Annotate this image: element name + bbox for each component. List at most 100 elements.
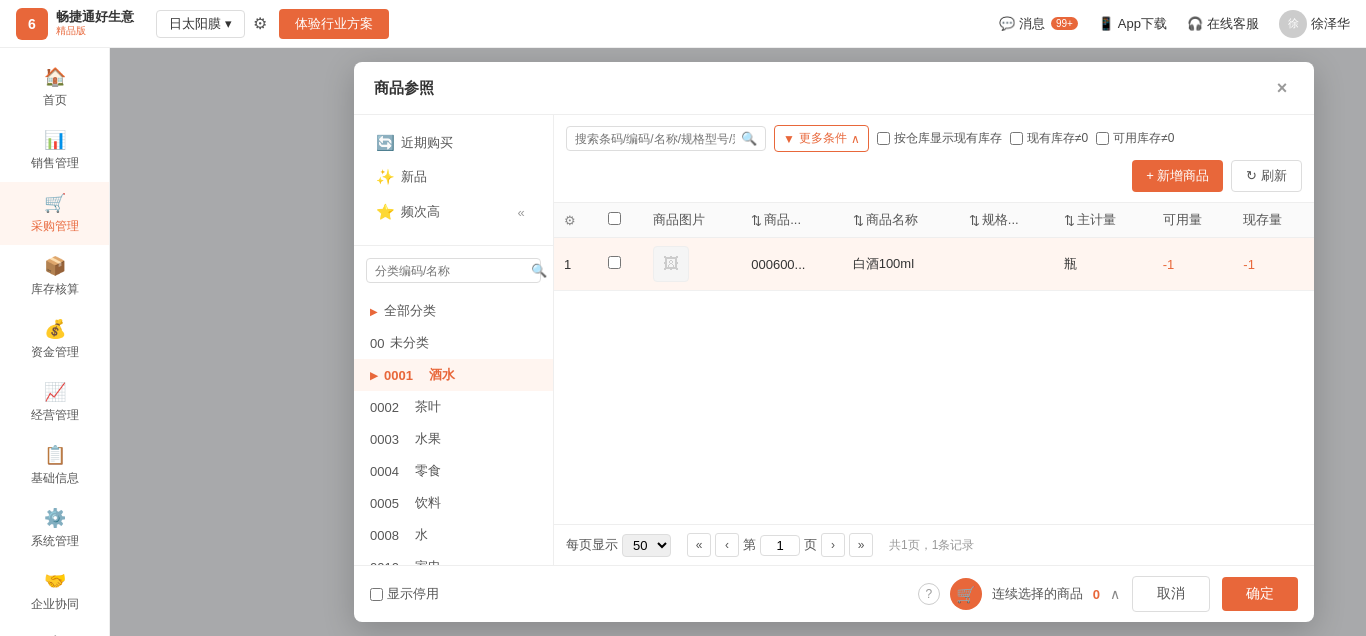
product-search-input[interactable] <box>575 132 735 146</box>
category-label: 零食 <box>415 462 441 480</box>
category-0005[interactable]: 0005 饮料 <box>354 487 553 519</box>
sidebar-item-purchase[interactable]: 🛒 采购管理 <box>0 182 109 245</box>
category-all[interactable]: ▶ 全部分类 <box>354 295 553 327</box>
sidebar-item-label: 库存核算 <box>31 281 79 298</box>
nav-service[interactable]: 🎧 在线客服 <box>1187 15 1259 33</box>
collapse-footer-icon[interactable]: ∧ <box>1110 586 1120 602</box>
category-0003[interactable]: 0003 水果 <box>354 423 553 455</box>
category-search-input[interactable] <box>375 264 525 278</box>
cell-available: -1 <box>1153 238 1234 291</box>
category-label: 0008 <box>370 528 399 543</box>
sort-icon: ⇅ <box>751 213 762 228</box>
gear-icon[interactable]: ⚙ <box>253 14 267 33</box>
category-label: 茶叶 <box>415 398 441 416</box>
last-page-button[interactable]: » <box>849 533 873 557</box>
stock-ne0-checkbox[interactable]: 现有库存≠0 <box>1010 130 1088 147</box>
prev-page-button[interactable]: ‹ <box>715 533 739 557</box>
table-header-row: ⚙ 商品图片 <box>554 203 1314 238</box>
collapse-icon[interactable]: « <box>511 202 531 222</box>
quick-recent-buy[interactable]: 🔄 近期购买 <box>366 127 541 159</box>
category-label: 0002 <box>370 400 399 415</box>
sidebar-item-label: 企业协同 <box>31 596 79 613</box>
first-page-button[interactable]: « <box>687 533 711 557</box>
quick-item-label: 新品 <box>401 168 427 186</box>
sidebar-item-finance[interactable]: 💰 资金管理 <box>0 308 109 371</box>
sidebar-item-home[interactable]: 🏠 首页 <box>0 56 109 119</box>
category-arrow-icon: ▶ <box>370 370 378 381</box>
quick-item-label: 频次高 <box>401 203 440 221</box>
usable-ne0-checkbox[interactable]: 可用库存≠0 <box>1096 130 1174 147</box>
next-page-button[interactable]: › <box>821 533 845 557</box>
nav-right: 💬 消息 99+ 📱 App下载 🎧 在线客服 徐 徐泽华 <box>999 10 1350 38</box>
category-search-icon[interactable]: 🔍 <box>531 263 547 278</box>
sidebar-item-sales[interactable]: 📊 销售管理 <box>0 119 109 182</box>
product-thumbnail: 🖼 <box>653 246 689 282</box>
refresh-button[interactable]: ↻ 刷新 <box>1231 160 1302 192</box>
message-badge: 99+ <box>1051 17 1078 30</box>
filter-icon: ▼ <box>783 132 795 146</box>
show-disabled-checkbox[interactable]: 显示停用 <box>370 585 439 603</box>
search-icon[interactable]: 🔍 <box>741 131 757 146</box>
quick-new-product[interactable]: ✨ 新品 <box>366 161 541 193</box>
cell-unit: 瓶 <box>1054 238 1152 291</box>
sidebar-item-inventory[interactable]: 📦 库存核算 <box>0 245 109 308</box>
table-row[interactable]: 1 🖼 000600... <box>554 238 1314 291</box>
page-nav: « ‹ 第 页 › » <box>687 533 873 557</box>
category-0004[interactable]: 0004 零食 <box>354 455 553 487</box>
page-number-input[interactable] <box>760 535 800 556</box>
modal-footer: 显示停用 ? 🛒 连续选择的商品 0 ∧ 取消 确定 <box>354 565 1314 622</box>
col-stock: 现存量 <box>1233 203 1314 238</box>
home-icon: 🏠 <box>44 66 66 88</box>
col-spec: ⇅ 规格... <box>959 203 1054 238</box>
nav-message[interactable]: 💬 消息 99+ <box>999 15 1078 33</box>
category-label: 未分类 <box>390 334 429 352</box>
modal-close-button[interactable]: × <box>1270 76 1294 100</box>
more-filter-button[interactable]: ▼ 更多条件 ∧ <box>774 125 869 152</box>
category-0001[interactable]: ▶ 0001 酒水 <box>354 359 553 391</box>
category-0010[interactable]: 0010 家电 <box>354 551 553 565</box>
sidebar-item-label: 销售管理 <box>31 155 79 172</box>
col-available: 可用量 <box>1153 203 1234 238</box>
select-all-checkbox[interactable] <box>608 212 621 225</box>
category-label: 0003 <box>370 432 399 447</box>
total-info: 共1页，1条记录 <box>889 537 974 554</box>
cell-index: 1 <box>554 238 598 291</box>
left-panel: 🔄 近期购买 ✨ 新品 ⭐ 频次高 « <box>354 115 554 565</box>
sidebar-item-system[interactable]: ⚙️ 系统管理 <box>0 497 109 560</box>
confirm-button[interactable]: 确定 <box>1222 577 1298 611</box>
sidebar-item-guide[interactable]: 🎓 新手引导 <box>0 623 109 636</box>
nav-app-download[interactable]: 📱 App下载 <box>1098 15 1167 33</box>
divider <box>354 245 553 246</box>
sidebar-item-basic-info[interactable]: 📋 基础信息 <box>0 434 109 497</box>
cart-button[interactable]: 🛒 <box>950 578 982 610</box>
column-settings-icon[interactable]: ⚙ <box>564 213 576 228</box>
store-selector[interactable]: 日太阳膜 ▾ <box>156 10 245 38</box>
category-arrow-icon: ▶ <box>370 306 378 317</box>
category-0002[interactable]: 0002 茶叶 <box>354 391 553 423</box>
new-product-icon: ✨ <box>376 168 395 186</box>
add-product-button[interactable]: + 新增商品 <box>1132 160 1223 192</box>
sidebar-item-label: 采购管理 <box>31 218 79 235</box>
trial-button[interactable]: 体验行业方案 <box>279 9 389 39</box>
category-00[interactable]: 00 未分类 <box>354 327 553 359</box>
nav-user[interactable]: 徐 徐泽华 <box>1279 10 1350 38</box>
sort-icon: ⇅ <box>1064 213 1075 228</box>
warehouse-display-checkbox[interactable]: 按仓库显示现有库存 <box>877 130 1002 147</box>
modal-header: 商品参照 × <box>354 62 1314 115</box>
sidebar-item-label: 系统管理 <box>31 533 79 550</box>
help-icon[interactable]: ? <box>918 583 940 605</box>
category-label: 全部分类 <box>384 302 436 320</box>
cancel-button[interactable]: 取消 <box>1132 576 1210 612</box>
quick-frequent[interactable]: ⭐ 频次高 « <box>366 195 541 229</box>
category-0008[interactable]: 0008 水 <box>354 519 553 551</box>
recent-buy-icon: 🔄 <box>376 134 395 152</box>
sidebar-item-collab[interactable]: 🤝 企业协同 <box>0 560 109 623</box>
sidebar-item-business[interactable]: 📈 经营管理 <box>0 371 109 434</box>
frequent-icon: ⭐ <box>376 203 395 221</box>
row-checkbox[interactable] <box>608 256 621 269</box>
cell-stock: -1 <box>1233 238 1314 291</box>
sort-icon: ⇅ <box>969 213 980 228</box>
page-size-dropdown[interactable]: 50 <box>622 534 671 557</box>
cell-thumbnail: 🖼 <box>643 238 741 291</box>
category-label: 家电 <box>415 558 441 565</box>
